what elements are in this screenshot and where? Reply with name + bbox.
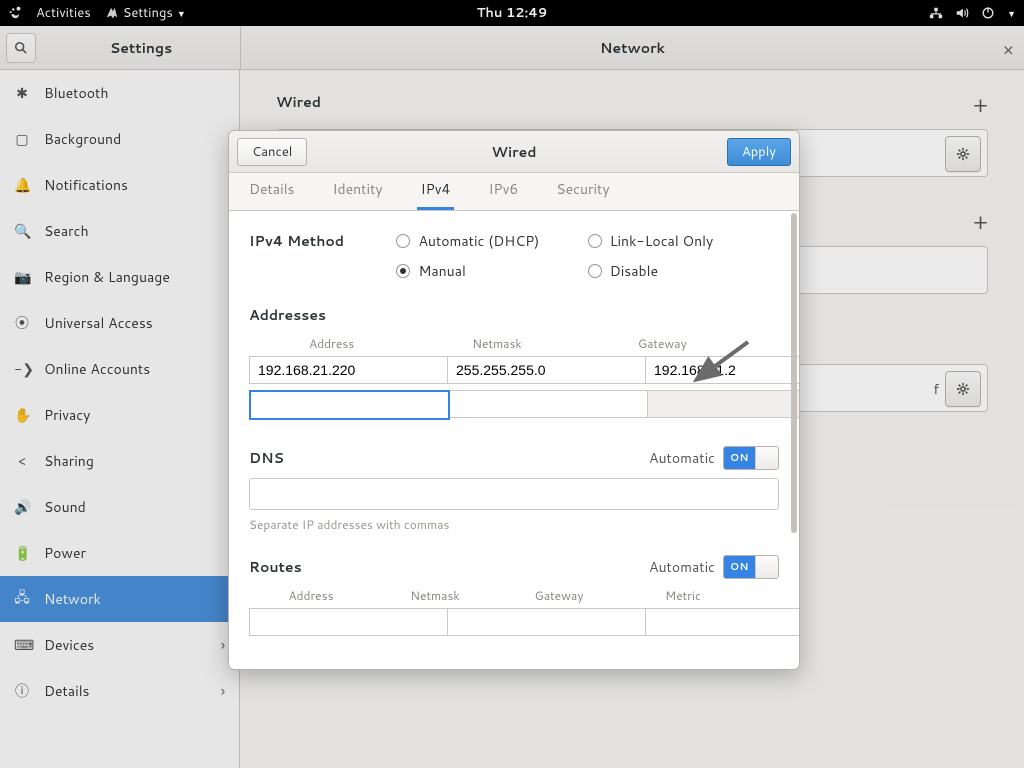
netmask-input-1[interactable] bbox=[450, 390, 648, 418]
dns-title: DNS bbox=[249, 448, 649, 468]
tab-security[interactable]: Security bbox=[552, 179, 613, 210]
addresses-title: Addresses bbox=[249, 305, 779, 325]
volume-icon[interactable] bbox=[955, 6, 969, 20]
netmask-input-0[interactable] bbox=[448, 356, 646, 384]
gnome-top-panel: Activities Settings ▼ Thu 12:49 ▼ bbox=[0, 0, 1024, 26]
radio-automatic[interactable]: Automatic (DHCP) bbox=[396, 231, 587, 251]
network-status-icon[interactable] bbox=[929, 6, 943, 20]
ipv4-method-label: IPv4 Method bbox=[249, 231, 396, 251]
dns-automatic-label: Automatic bbox=[649, 448, 715, 468]
route-row-0: ✕ bbox=[249, 608, 779, 636]
tab-ipv4[interactable]: IPv4 bbox=[417, 179, 455, 210]
radio-linklocal[interactable]: Link-Local Only bbox=[588, 231, 779, 251]
app-menu[interactable]: Settings ▼ bbox=[105, 4, 186, 22]
address-row-1: ✕ bbox=[249, 390, 779, 420]
routes-title: Routes bbox=[249, 557, 649, 577]
dialog-scrollbar[interactable] bbox=[791, 211, 797, 669]
route-address-0[interactable] bbox=[249, 608, 448, 636]
addresses-header: Address Netmask Gateway bbox=[249, 331, 779, 356]
power-icon[interactable] bbox=[981, 6, 995, 20]
routes-automatic-label: Automatic bbox=[649, 557, 715, 577]
address-row-0: ✕ bbox=[249, 356, 779, 384]
dialog-title: Wired bbox=[492, 142, 537, 162]
tab-details[interactable]: Details bbox=[245, 179, 299, 210]
route-gateway-0[interactable] bbox=[646, 608, 799, 636]
cancel-button[interactable]: Cancel bbox=[237, 138, 307, 166]
activities-button[interactable]: Activities bbox=[36, 4, 91, 22]
gateway-input-1[interactable] bbox=[648, 390, 799, 418]
routes-automatic-switch[interactable]: ON bbox=[723, 555, 779, 579]
connection-editor-dialog: Cancel Wired Apply Details Identity IPv4… bbox=[228, 130, 800, 670]
dns-automatic-switch[interactable]: ON bbox=[723, 446, 779, 470]
clock[interactable]: Thu 12:49 bbox=[477, 4, 548, 22]
gnome-logo-icon bbox=[8, 6, 22, 20]
dialog-tabs: Details Identity IPv4 IPv6 Security bbox=[229, 173, 799, 211]
radio-disable[interactable]: Disable bbox=[588, 261, 779, 281]
tab-identity[interactable]: Identity bbox=[329, 179, 387, 210]
system-menu-chevron-icon[interactable]: ▼ bbox=[1007, 7, 1016, 20]
apply-button[interactable]: Apply bbox=[727, 138, 791, 166]
settings-app-icon bbox=[105, 6, 119, 20]
routes-header: Address Netmask Gateway Metric bbox=[249, 583, 779, 608]
route-netmask-0[interactable] bbox=[448, 608, 646, 636]
dns-input[interactable] bbox=[249, 478, 779, 510]
dns-hint: Separate IP addresses with commas bbox=[249, 516, 779, 533]
gateway-input-0[interactable] bbox=[646, 356, 799, 384]
dialog-headerbar: Cancel Wired Apply bbox=[229, 131, 799, 173]
address-input-0[interactable] bbox=[249, 356, 448, 384]
tab-ipv6[interactable]: IPv6 bbox=[484, 179, 522, 210]
dialog-body: IPv4 Method Automatic (DHCP) Manual Link… bbox=[229, 211, 799, 669]
radio-manual[interactable]: Manual bbox=[396, 261, 587, 281]
address-input-1[interactable] bbox=[249, 390, 450, 420]
